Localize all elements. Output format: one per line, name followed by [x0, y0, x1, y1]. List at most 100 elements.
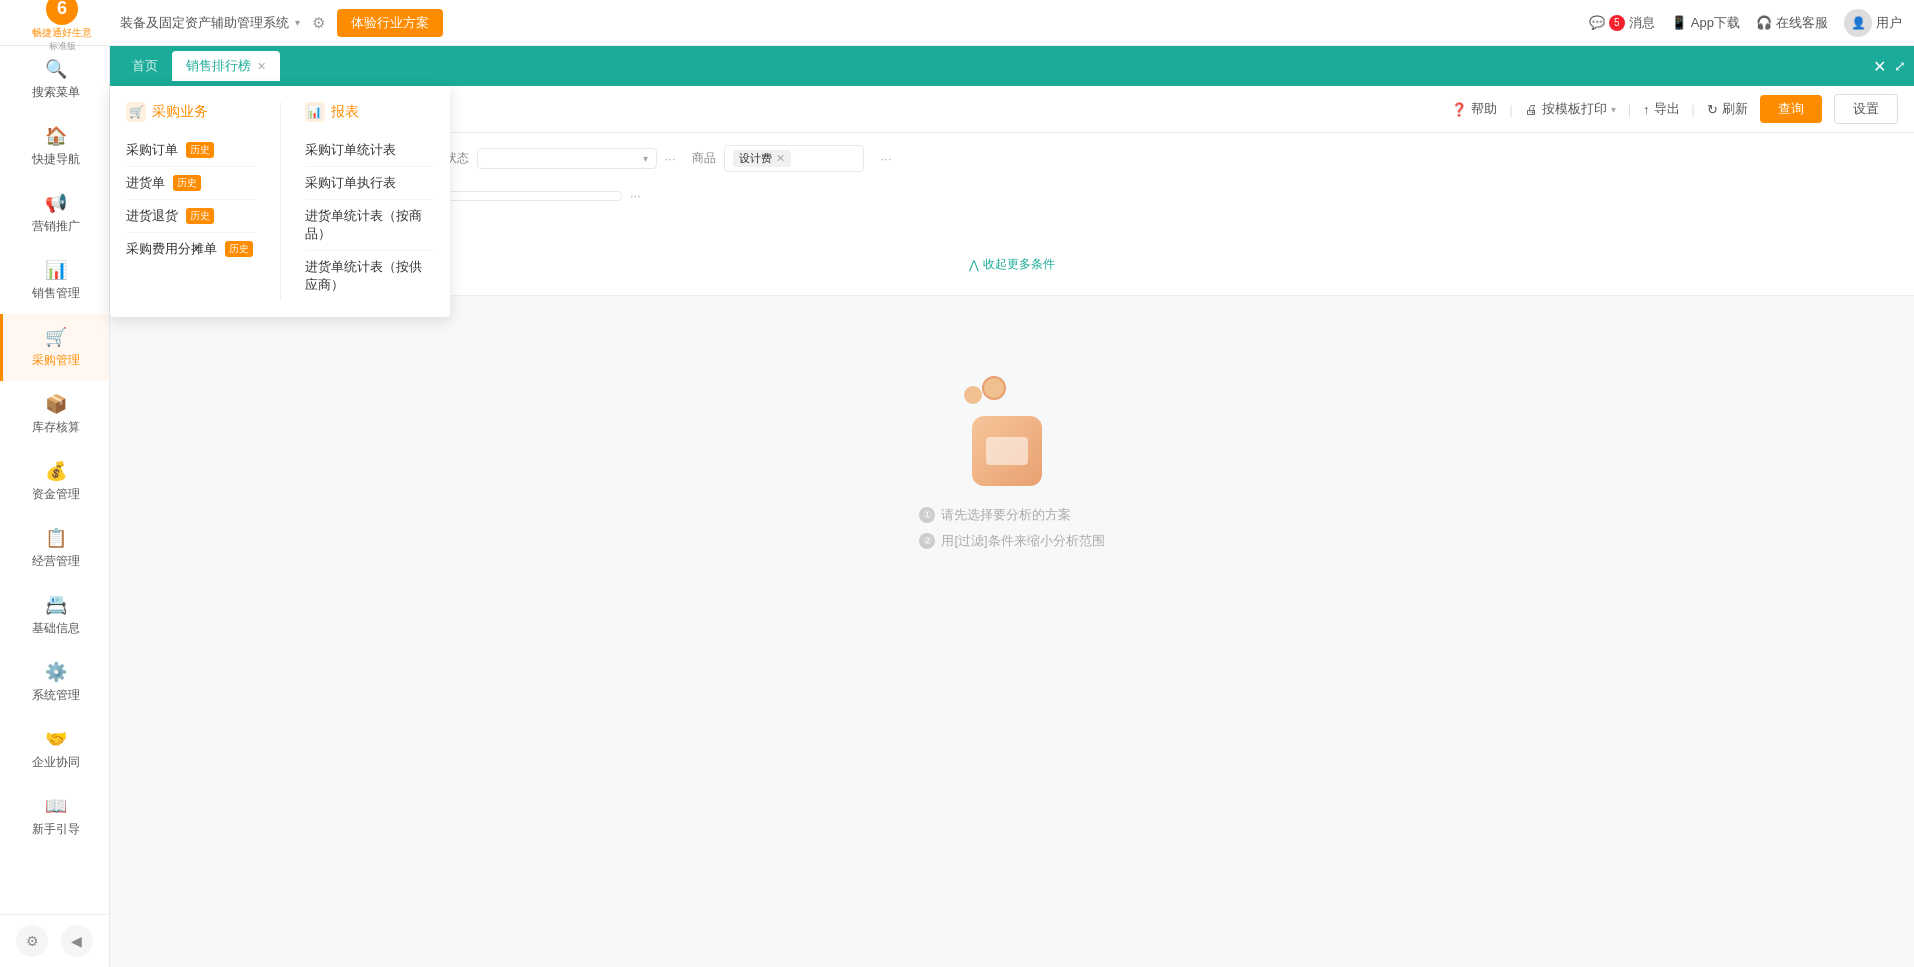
purchase-icon: 🛒 [45, 326, 67, 348]
refresh-item[interactable]: ↻ 刷新 [1707, 100, 1748, 118]
doc-status-select[interactable]: ▾ [477, 148, 657, 169]
sidebar-item-sales[interactable]: 📊 销售管理 [0, 247, 109, 314]
settings-bottom-btn[interactable]: ⚙ [16, 925, 48, 957]
dropdown-purchase-col: 🛒 采购业务 采购订单 历史 进货单 历史 进货退货 历史 采购费用分摊单 历史 [126, 102, 256, 301]
phone-icon: 📱 [1671, 15, 1687, 30]
doc-status-arrow-icon: ▾ [643, 153, 648, 164]
history-badge-4: 历史 [225, 241, 253, 257]
trial-button[interactable]: 体验行业方案 [337, 9, 443, 37]
topbar: 6 畅捷通好生意 标准版 装备及固定资产辅助管理系统 ▾ ⚙ 体验行业方案 💬 … [0, 0, 1914, 46]
sidebar-item-marketing[interactable]: 📢 营销推广 [0, 180, 109, 247]
goods-dots[interactable]: ··· [881, 151, 892, 166]
print-item[interactable]: 🖨 按模板打印 ▾ [1525, 100, 1616, 118]
app-download-item[interactable]: 📱 App下载 [1671, 14, 1740, 32]
message-item[interactable]: 💬 5 消息 [1589, 14, 1655, 32]
guide-icon: 📖 [45, 795, 67, 817]
system-icon: ⚙️ [45, 661, 67, 683]
empty-tip-2: ② 用[过滤]条件来缩小分析范围 [919, 528, 1104, 554]
collapse-button[interactable]: ⋀ 收起更多条件 [969, 250, 1055, 279]
export-icon: ↑ [1643, 102, 1650, 117]
logo-name: 畅捷通好生意 [32, 26, 92, 40]
collapse-btn[interactable]: ◀ [61, 925, 93, 957]
refresh-label: 刷新 [1722, 100, 1748, 118]
tab-sales-rank-label: 销售排行榜 [186, 57, 251, 75]
salesperson-value[interactable] [422, 191, 622, 201]
export-item[interactable]: ↑ 导出 [1643, 100, 1680, 118]
query-button[interactable]: 查询 [1760, 95, 1822, 123]
salesperson-dots[interactable]: ··· [630, 188, 641, 203]
goods-value[interactable]: 设计费 ✕ [724, 145, 864, 172]
robot-screen [986, 437, 1028, 465]
tab-close-window-icon[interactable]: ✕ [1873, 57, 1886, 76]
sidebar-item-finance[interactable]: 💰 资金管理 [0, 448, 109, 515]
empty-tip-1: ① 请先选择要分析的方案 [919, 502, 1104, 528]
sidebar-item-operation[interactable]: 📋 经营管理 [0, 515, 109, 582]
tabbar: 首页 销售排行榜 ✕ ✕ ⤢ [110, 46, 1914, 86]
refresh-icon: ↻ [1707, 102, 1718, 117]
message-label: 消息 [1629, 14, 1655, 32]
doc-status-filter: 单据状态 ▾ ··· [421, 148, 676, 169]
purchase-return-label: 进货退货 [126, 207, 178, 225]
gear-icon[interactable]: ⚙ [312, 14, 325, 32]
report-4-label: 进货单统计表（按供应商） [305, 258, 435, 294]
dropdown-item-purchase-in[interactable]: 进货单 历史 [126, 167, 256, 200]
empty-tip-2-text: 用[过滤]条件来缩小分析范围 [941, 528, 1104, 554]
sidebar-item-purchase[interactable]: 🛒 采购管理 [0, 314, 109, 381]
sidebar-item-finance-label: 资金管理 [32, 486, 80, 503]
tab-close-icon[interactable]: ✕ [257, 60, 266, 73]
online-service-label: 在线客服 [1776, 14, 1828, 32]
robot-head [982, 376, 1006, 400]
settings-button[interactable]: 设置 [1834, 94, 1898, 124]
collapse-text: 收起更多条件 [983, 256, 1055, 273]
sidebar-item-enterprise[interactable]: 🤝 企业协同 [0, 716, 109, 783]
online-service-item[interactable]: 🎧 在线客服 [1756, 14, 1828, 32]
dropdown-report-col: 📊 报表 采购订单统计表 采购订单执行表 进货单统计表（按商品） 进货单统计表（… [305, 102, 435, 301]
purchase-order-label: 采购订单 [126, 141, 178, 159]
dropdown-purchase-title: 🛒 采购业务 [126, 102, 256, 122]
sidebar-item-search[interactable]: 🔍 搜索菜单 [0, 46, 109, 113]
finance-icon: 💰 [45, 460, 67, 482]
dropdown-item-report-1[interactable]: 采购订单统计表 [305, 134, 435, 167]
collapse-icon: ◀ [71, 933, 82, 949]
goods-filter: 商品 设计费 ✕ ··· [692, 145, 892, 172]
tip-num-1: ① [919, 507, 935, 523]
search-icon: 🔍 [45, 58, 67, 80]
dropdown-item-report-4[interactable]: 进货单统计表（按供应商） [305, 251, 435, 301]
print-icon: 🖨 [1525, 102, 1538, 117]
system-title-area: 装备及固定资产辅助管理系统 ▾ ⚙ [120, 14, 325, 32]
sidebar-item-inventory-label: 库存核算 [32, 419, 80, 436]
tab-maximize-icon[interactable]: ⤢ [1894, 58, 1906, 74]
history-badge-2: 历史 [173, 175, 201, 191]
purchase-badge-icon: 🛒 [126, 102, 146, 122]
sidebar-item-basic[interactable]: 📇 基础信息 [0, 582, 109, 649]
dropdown-item-purchase-expense[interactable]: 采购费用分摊单 历史 [126, 233, 256, 265]
avatar: 👤 [1844, 9, 1872, 37]
sidebar-item-quicknav-label: 快捷导航 [32, 151, 80, 168]
tab-sales-rank[interactable]: 销售排行榜 ✕ [172, 51, 280, 81]
dropdown-item-purchase-return[interactable]: 进货退货 历史 [126, 200, 256, 233]
operation-icon: 📋 [45, 527, 67, 549]
sidebar-item-quicknav[interactable]: 🏠 快捷导航 [0, 113, 109, 180]
dropdown-arrow-icon[interactable]: ▾ [295, 17, 300, 28]
sidebar-item-inventory[interactable]: 📦 库存核算 [0, 381, 109, 448]
sidebar-item-system[interactable]: ⚙️ 系统管理 [0, 649, 109, 716]
sidebar-item-enterprise-label: 企业协同 [32, 754, 80, 771]
purchase-expense-label: 采购费用分摊单 [126, 240, 217, 258]
enterprise-icon: 🤝 [45, 728, 67, 750]
message-badge: 5 [1609, 15, 1625, 31]
doc-status-dots[interactable]: ··· [665, 151, 676, 166]
dropdown-item-report-3[interactable]: 进货单统计表（按商品） [305, 200, 435, 251]
sidebar-item-guide[interactable]: 📖 新手引导 [0, 783, 109, 850]
tab-home[interactable]: 首页 [118, 51, 172, 81]
user-item[interactable]: 👤 用户 [1844, 9, 1902, 37]
tip-num-2: ② [919, 533, 935, 549]
headset-icon: 🎧 [1756, 15, 1772, 30]
dropdown-item-report-2[interactable]: 采购订单执行表 [305, 167, 435, 200]
sidebar-item-search-label: 搜索菜单 [32, 84, 80, 101]
goods-tag-close-icon[interactable]: ✕ [776, 152, 785, 165]
help-item[interactable]: ❓ 帮助 [1451, 100, 1497, 118]
export-label: 导出 [1654, 100, 1680, 118]
dropdown-item-purchase-order[interactable]: 采购订单 历史 [126, 134, 256, 167]
dropdown-divider [280, 102, 281, 301]
history-badge-1: 历史 [186, 142, 214, 158]
